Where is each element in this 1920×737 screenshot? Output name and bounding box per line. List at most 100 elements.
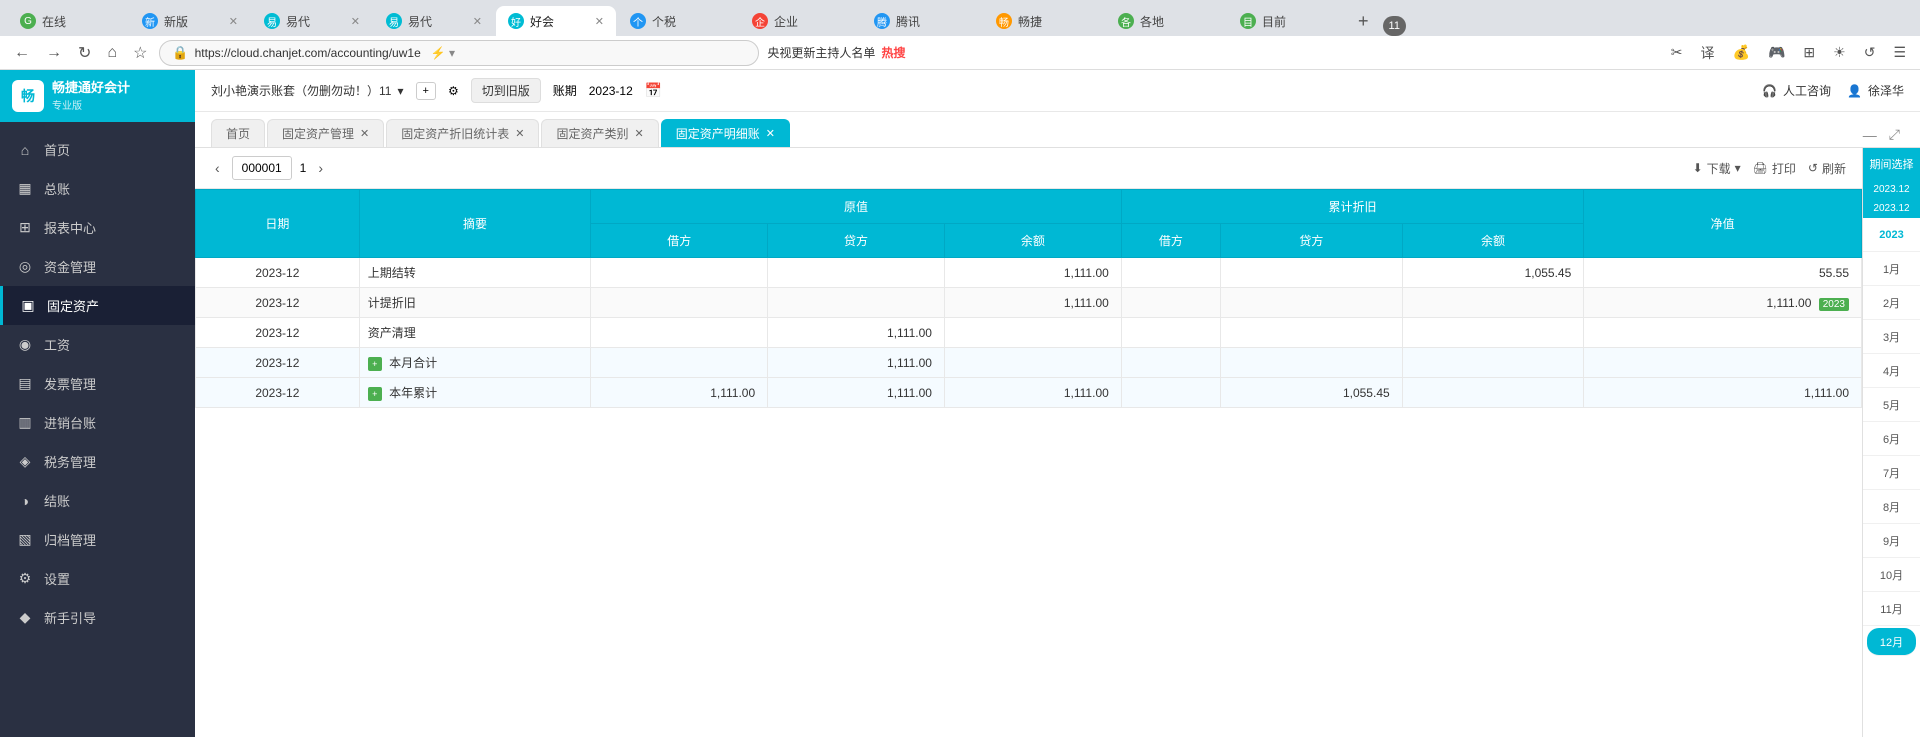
brightness-icon[interactable]: ☀ [1829, 44, 1850, 61]
calendar-icon[interactable]: 📅 [645, 82, 662, 99]
sidebar-item-guide[interactable]: ◆ 新手引导 [0, 598, 195, 637]
period-item-8[interactable]: 8月 [1863, 490, 1920, 524]
period-item-10[interactable]: 10月 [1863, 558, 1920, 592]
help-area[interactable]: 🎧 人工咨询 [1762, 82, 1831, 99]
add-company-button[interactable]: + [416, 82, 436, 100]
browser-tab-2[interactable]: 新 新版 ✕ [130, 6, 250, 36]
tab-close-3[interactable]: ✕ [351, 15, 360, 28]
row2-accum-credit [1221, 288, 1403, 318]
minimize-icon[interactable]: — [1859, 127, 1881, 143]
row4-date: 2023-12 [196, 348, 360, 378]
grid-icon[interactable]: ⊞ [1799, 44, 1819, 61]
user-area[interactable]: 👤 徐泽华 [1847, 82, 1904, 99]
tab-icon-3: 易 [264, 13, 280, 29]
page-tab-fa-cat[interactable]: 固定资产类别 ✕ [541, 119, 658, 147]
browser-tab-11[interactable]: 目 目前 [1228, 6, 1348, 36]
browser-tab-3[interactable]: 易 易代 ✕ [252, 6, 372, 36]
translate-icon[interactable]: 译 [1697, 43, 1719, 63]
forward-button[interactable]: → [42, 44, 66, 62]
page-tab-fa-detail-label: 固定资产明细账 [676, 125, 760, 142]
tab-label-11: 目前 [1262, 13, 1286, 30]
company-selector[interactable]: 刘小艳演示账套（勿删勿动！）11 ▾ [211, 82, 404, 99]
tab-close-2[interactable]: ✕ [229, 15, 238, 28]
page-tab-fa-cat-close[interactable]: ✕ [635, 127, 644, 140]
table-row: 2023-12 资产清理 1,111.00 [196, 318, 1862, 348]
page-tab-fa-depr-close[interactable]: ✕ [515, 127, 524, 140]
tab-label-6: 个税 [652, 13, 676, 30]
page-tab-fa-mgmt-close[interactable]: ✕ [360, 127, 369, 140]
sidebar-item-payroll[interactable]: ◉ 工资 [0, 325, 195, 364]
browser-tab-5[interactable]: 好 好会 ✕ [496, 6, 616, 36]
period-item-11[interactable]: 11月 [1863, 592, 1920, 626]
sidebar-item-archive[interactable]: ▧ 归档管理 [0, 520, 195, 559]
browser-tab-8[interactable]: 腾 腾讯 [862, 6, 982, 36]
bookmark-button[interactable]: ☆ [129, 43, 151, 63]
refresh-button[interactable]: ↺ 刷新 [1808, 160, 1846, 177]
home-button[interactable]: ⌂ [103, 44, 121, 62]
browser-tab-10[interactable]: 各 各地 [1106, 6, 1226, 36]
page-tab-home[interactable]: 首页 [211, 119, 265, 147]
tab-icon-9: 畅 [996, 13, 1012, 29]
browser-tab-9[interactable]: 畅 畅捷 [984, 6, 1104, 36]
tab-close-4[interactable]: ✕ [473, 15, 482, 28]
period-item-3[interactable]: 3月 [1863, 320, 1920, 354]
undo-icon[interactable]: ↺ [1860, 44, 1880, 61]
sidebar-label-guide: 新手引导 [44, 608, 96, 627]
sidebar-item-settings[interactable]: ⚙ 设置 [0, 559, 195, 598]
browser-tab-1[interactable]: G 在线 [8, 6, 128, 36]
back-button[interactable]: ← [10, 44, 34, 62]
account-number-input[interactable] [232, 156, 292, 180]
period-item-5[interactable]: 5月 [1863, 388, 1920, 422]
sidebar-label-inventory: 进销台账 [44, 413, 96, 432]
print-button[interactable]: 🖨 打印 [1753, 160, 1796, 177]
row2-orig-debit [591, 288, 768, 318]
period-item-year[interactable]: 2023 [1863, 218, 1920, 252]
main-content: 刘小艳演示账套（勿删勿动！）11 ▾ + ⚙ 切到旧版 账期 2023-12 📅… [195, 70, 1920, 737]
sidebar-item-home[interactable]: ⌂ 首页 [0, 130, 195, 169]
top-bar-actions: 🎧 人工咨询 👤 徐泽华 [1762, 82, 1904, 99]
row4-icon: + [368, 357, 382, 371]
reload-button[interactable]: ↻ [74, 43, 95, 63]
th-accumulated-depr: 累计折旧 [1121, 190, 1583, 224]
page-tab-fa-detail[interactable]: 固定资产明细账 ✕ [661, 119, 790, 147]
sidebar-item-close[interactable]: ◑ 结账 [0, 481, 195, 520]
sidebar-item-invoice[interactable]: ▤ 发票管理 [0, 364, 195, 403]
sidebar-item-inventory[interactable]: ▥ 进销台账 [0, 403, 195, 442]
page-tab-bar: 首页 固定资产管理 ✕ 固定资产折旧统计表 ✕ 固定资产类别 ✕ 固定资产明细账… [195, 112, 1920, 148]
wallet-icon[interactable]: 💰 [1729, 44, 1754, 61]
period-item-4[interactable]: 4月 [1863, 354, 1920, 388]
sidebar-item-fixed-assets[interactable]: ▣ 固定资产 [0, 286, 195, 325]
switch-version-button[interactable]: 切到旧版 [471, 78, 541, 103]
tab-bar-controls: — ⤢ [1859, 126, 1904, 143]
tab-label-2: 新版 [164, 13, 188, 30]
page-tab-fa-mgmt[interactable]: 固定资产管理 ✕ [267, 119, 384, 147]
maximize-icon[interactable]: ⤢ [1885, 126, 1904, 143]
period-item-6[interactable]: 6月 [1863, 422, 1920, 456]
page-tab-fa-detail-close[interactable]: ✕ [766, 127, 775, 140]
browser-tab-6[interactable]: 个 个税 [618, 6, 738, 36]
scissors-icon[interactable]: ✂ [1667, 44, 1687, 61]
prev-page-button[interactable]: ‹ [211, 160, 224, 176]
period-item-12[interactable]: 12月 [1867, 628, 1916, 656]
period-item-2[interactable]: 2月 [1863, 286, 1920, 320]
sidebar-item-tax[interactable]: ◈ 税务管理 [0, 442, 195, 481]
next-page-button[interactable]: › [314, 160, 327, 176]
menu-icon[interactable]: ☰ [1889, 44, 1910, 61]
period-item-1[interactable]: 1月 [1863, 252, 1920, 286]
period-item-7[interactable]: 7月 [1863, 456, 1920, 490]
row3-date: 2023-12 [196, 318, 360, 348]
table-row: 2023-12 计提折旧 1,111.00 1,111.00 2023 [196, 288, 1862, 318]
sidebar-item-reports[interactable]: ⊞ 报表中心 [0, 208, 195, 247]
settings-mini-icon[interactable]: ⚙ [448, 84, 459, 98]
browser-tab-7[interactable]: 企 企业 [740, 6, 860, 36]
period-item-9[interactable]: 9月 [1863, 524, 1920, 558]
sidebar-item-funds[interactable]: ◎ 资金管理 [0, 247, 195, 286]
page-tab-fa-depr[interactable]: 固定资产折旧统计表 ✕ [386, 119, 539, 147]
browser-tab-4[interactable]: 易 易代 ✕ [374, 6, 494, 36]
sidebar-item-general-ledger[interactable]: ▦ 总账 [0, 169, 195, 208]
download-button[interactable]: ⬇ 下载 ▾ [1693, 160, 1741, 177]
new-tab-button[interactable]: + [1350, 6, 1377, 36]
game-icon[interactable]: 🎮 [1764, 44, 1789, 61]
tab-close-5[interactable]: ✕ [595, 15, 604, 28]
address-bar[interactable]: 🔒 https://cloud.chanjet.com/accounting/u… [159, 40, 759, 66]
